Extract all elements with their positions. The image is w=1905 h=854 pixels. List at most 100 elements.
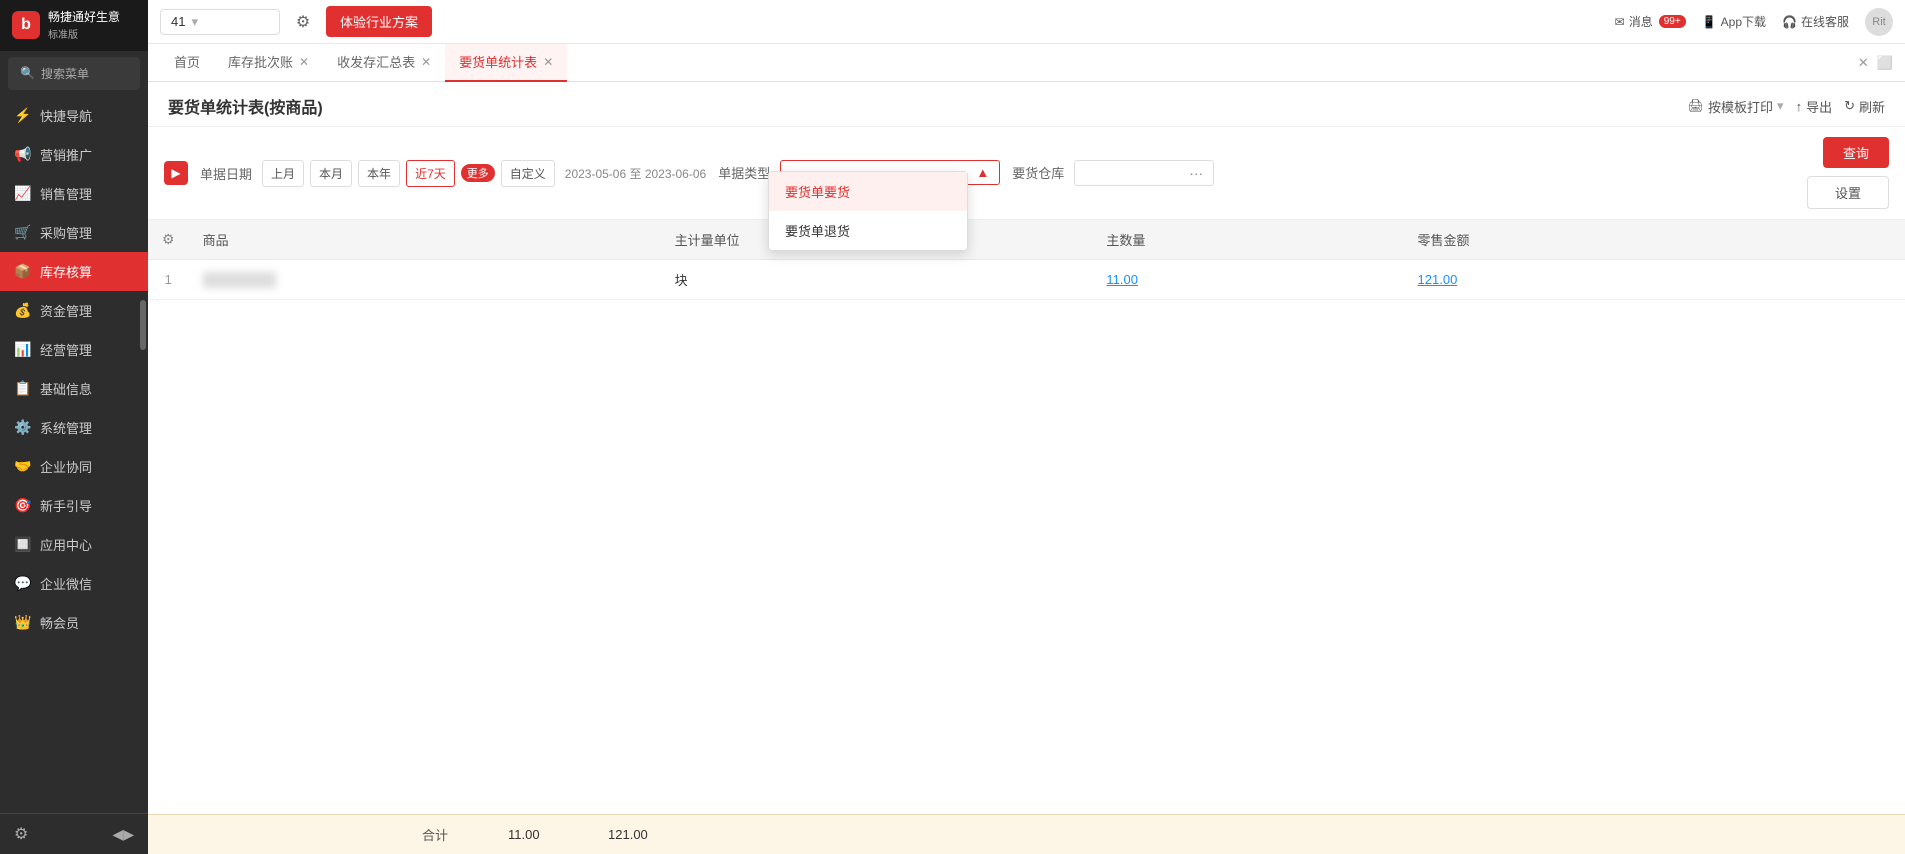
date-this-month-btn[interactable]: 本月 (310, 160, 352, 187)
topbar-settings-btn[interactable]: ⚙ (288, 7, 318, 37)
member-icon: 👑 (14, 613, 32, 631)
col-qty: 主数量 (1092, 220, 1403, 260)
service-label: 在线客服 (1801, 13, 1849, 30)
warehouse-filter-label: 要货仓库 (1012, 163, 1064, 182)
type-filter-label: 单据类型 (718, 163, 770, 182)
promo-button[interactable]: 体验行业方案 (326, 6, 432, 37)
sidebar-logo: b 畅捷通好生意 标准版 (0, 0, 148, 51)
tab-summary-close[interactable]: ✕ (421, 55, 431, 69)
user-avatar[interactable]: Rit (1865, 8, 1893, 36)
amount-link[interactable]: 121.00 (1418, 272, 1458, 287)
query-btn[interactable]: 查询 (1823, 137, 1889, 168)
print-btn[interactable]: 🖨 按模板打印 ▾ (1688, 97, 1784, 116)
store-name: 41 (171, 14, 185, 29)
sidebar-item-member[interactable]: 👑 畅会员 (0, 603, 148, 642)
sidebar-item-operation[interactable]: 📊 经营管理 (0, 330, 148, 369)
dropdown-item-order-return[interactable]: 要货单退货 (769, 211, 967, 250)
filter-expand-btn[interactable]: ▶ (164, 161, 188, 185)
sidebar-item-appstore[interactable]: 🔲 应用中心 (0, 525, 148, 564)
sidebar-item-label: 销售管理 (40, 184, 92, 203)
topbar-left: 41 ▾ ⚙ 体验行业方案 (160, 6, 1603, 37)
filter-buttons: 查询 设置 (1807, 137, 1889, 209)
page-title: 要货单统计表(按商品) (168, 94, 323, 118)
set-btn[interactable]: 设置 (1807, 176, 1889, 209)
sidebar-item-guide[interactable]: 🎯 新手引导 (0, 486, 148, 525)
sidebar-settings-icon[interactable]: ⚙ (14, 824, 28, 844)
col-product: 商品 (189, 220, 661, 260)
table-row: 1 ████████ 块 11.00 121.00 (148, 260, 1905, 300)
quicknav-icon: ⚡ (14, 106, 32, 124)
sidebar-item-corp[interactable]: 🤝 企业协同 (0, 447, 148, 486)
message-btn[interactable]: ✉ 消息 99+ (1615, 13, 1686, 30)
sidebar-search[interactable]: 🔍 搜索菜单 (8, 57, 140, 90)
sidebar-item-marketing[interactable]: 📢 营销推广 (0, 135, 148, 174)
tab-summary[interactable]: 收发存汇总表 ✕ (323, 44, 445, 82)
sidebar-item-system[interactable]: ⚙️ 系统管理 (0, 408, 148, 447)
table-footer: 合计 11.00 121.00 (148, 814, 1905, 854)
sales-icon: 📈 (14, 184, 32, 202)
table-settings-icon[interactable]: ⚙ (162, 231, 175, 247)
message-icon: ✉ (1615, 15, 1625, 29)
type-dropdown: 要货单要货 要货单退货 (768, 171, 968, 251)
date-this-year-btn[interactable]: 本年 (358, 160, 400, 187)
tabs-controls: ✕ ⬜ (1858, 55, 1893, 71)
store-selector[interactable]: 41 ▾ (160, 9, 280, 35)
export-btn[interactable]: ↑ 导出 (1796, 97, 1833, 116)
sidebar-item-label: 企业协同 (40, 457, 92, 476)
date-more-badge[interactable]: 更多 (461, 164, 495, 182)
col-amount: 零售金额 (1404, 220, 1775, 260)
tab-order-stat-close[interactable]: ✕ (543, 55, 553, 69)
sidebar-item-label: 企业微信 (40, 574, 92, 593)
page-actions: 🖨 按模板打印 ▾ ↑ 导出 ↻ 刷新 (1688, 97, 1886, 116)
operation-icon: 📊 (14, 340, 32, 358)
cell-extra (1775, 260, 1905, 300)
date-range-text: 2023-05-06 至 2023-06-06 (565, 165, 706, 182)
tab-order-stat[interactable]: 要货单统计表 ✕ (445, 44, 567, 82)
warehouse-filter-input[interactable]: ··· (1074, 160, 1214, 186)
sidebar-item-quicknav[interactable]: ⚡ 快捷导航 (0, 96, 148, 135)
date-custom-btn[interactable]: 自定义 (501, 160, 555, 187)
sidebar-item-inventory[interactable]: 📦 库存核算 (0, 252, 148, 291)
tab-maximize-icon[interactable]: ⬜ (1877, 55, 1893, 71)
tab-batch[interactable]: 库存批次账 ✕ (214, 44, 323, 82)
sidebar-item-purchase[interactable]: 🛒 采购管理 (0, 213, 148, 252)
message-label: 消息 (1629, 13, 1653, 30)
tab-batch-close[interactable]: ✕ (299, 55, 309, 69)
filter-area: ▶ 单据日期 上月 本月 本年 近7天 更多 自定义 2023-05-06 至 … (148, 127, 1905, 220)
table-area: ⚙ 商品 主计量单位 主数量 零售金额 1 ████████ 块 (148, 220, 1905, 814)
sidebar-item-label: 采购管理 (40, 223, 92, 242)
sidebar-item-label: 新手引导 (40, 496, 92, 515)
tab-close-all-icon[interactable]: ✕ (1858, 55, 1869, 71)
service-icon: 🎧 (1782, 15, 1797, 29)
refresh-btn[interactable]: ↻ 刷新 (1844, 97, 1885, 116)
date-7days-btn[interactable]: 近7天 (406, 160, 455, 187)
sidebar-item-wechat[interactable]: 💬 企业微信 (0, 564, 148, 603)
app-icon: 📱 (1702, 15, 1717, 29)
sidebar-toggle-icon[interactable]: ◀▶ (112, 826, 134, 843)
purchase-icon: 🛒 (14, 223, 32, 241)
export-icon: ↑ (1796, 99, 1803, 114)
table-settings-th: ⚙ (148, 220, 189, 260)
appstore-icon: 🔲 (14, 535, 32, 553)
date-last-month-btn[interactable]: 上月 (262, 160, 304, 187)
cell-qty: 11.00 (1092, 260, 1403, 300)
qty-link[interactable]: 11.00 (1106, 272, 1138, 287)
tab-summary-label: 收发存汇总表 (337, 52, 415, 71)
sidebar-item-basic[interactable]: 📋 基础信息 (0, 369, 148, 408)
sidebar-item-sales[interactable]: 📈 销售管理 (0, 174, 148, 213)
print-icon: 🖨 (1688, 98, 1705, 114)
tab-home-label: 首页 (174, 52, 200, 71)
warehouse-more-btn[interactable]: ··· (1189, 165, 1203, 181)
sidebar-item-label: 系统管理 (40, 418, 92, 437)
dropdown-item-order-goods[interactable]: 要货单要货 (769, 172, 967, 211)
sidebar-item-finance[interactable]: 💰 资金管理 (0, 291, 148, 330)
footer-total-label: 合计 (162, 825, 448, 844)
app-download-btn[interactable]: 📱 App下载 (1702, 13, 1766, 30)
date-filter-label: 单据日期 (200, 164, 252, 183)
product-name-blurred: ████████ (203, 272, 277, 288)
tab-home[interactable]: 首页 (160, 44, 214, 82)
service-btn[interactable]: 🎧 在线客服 (1782, 13, 1849, 30)
sidebar-scrollbar (140, 300, 146, 350)
search-icon: 🔍 (20, 66, 35, 80)
wechat-icon: 💬 (14, 574, 32, 592)
